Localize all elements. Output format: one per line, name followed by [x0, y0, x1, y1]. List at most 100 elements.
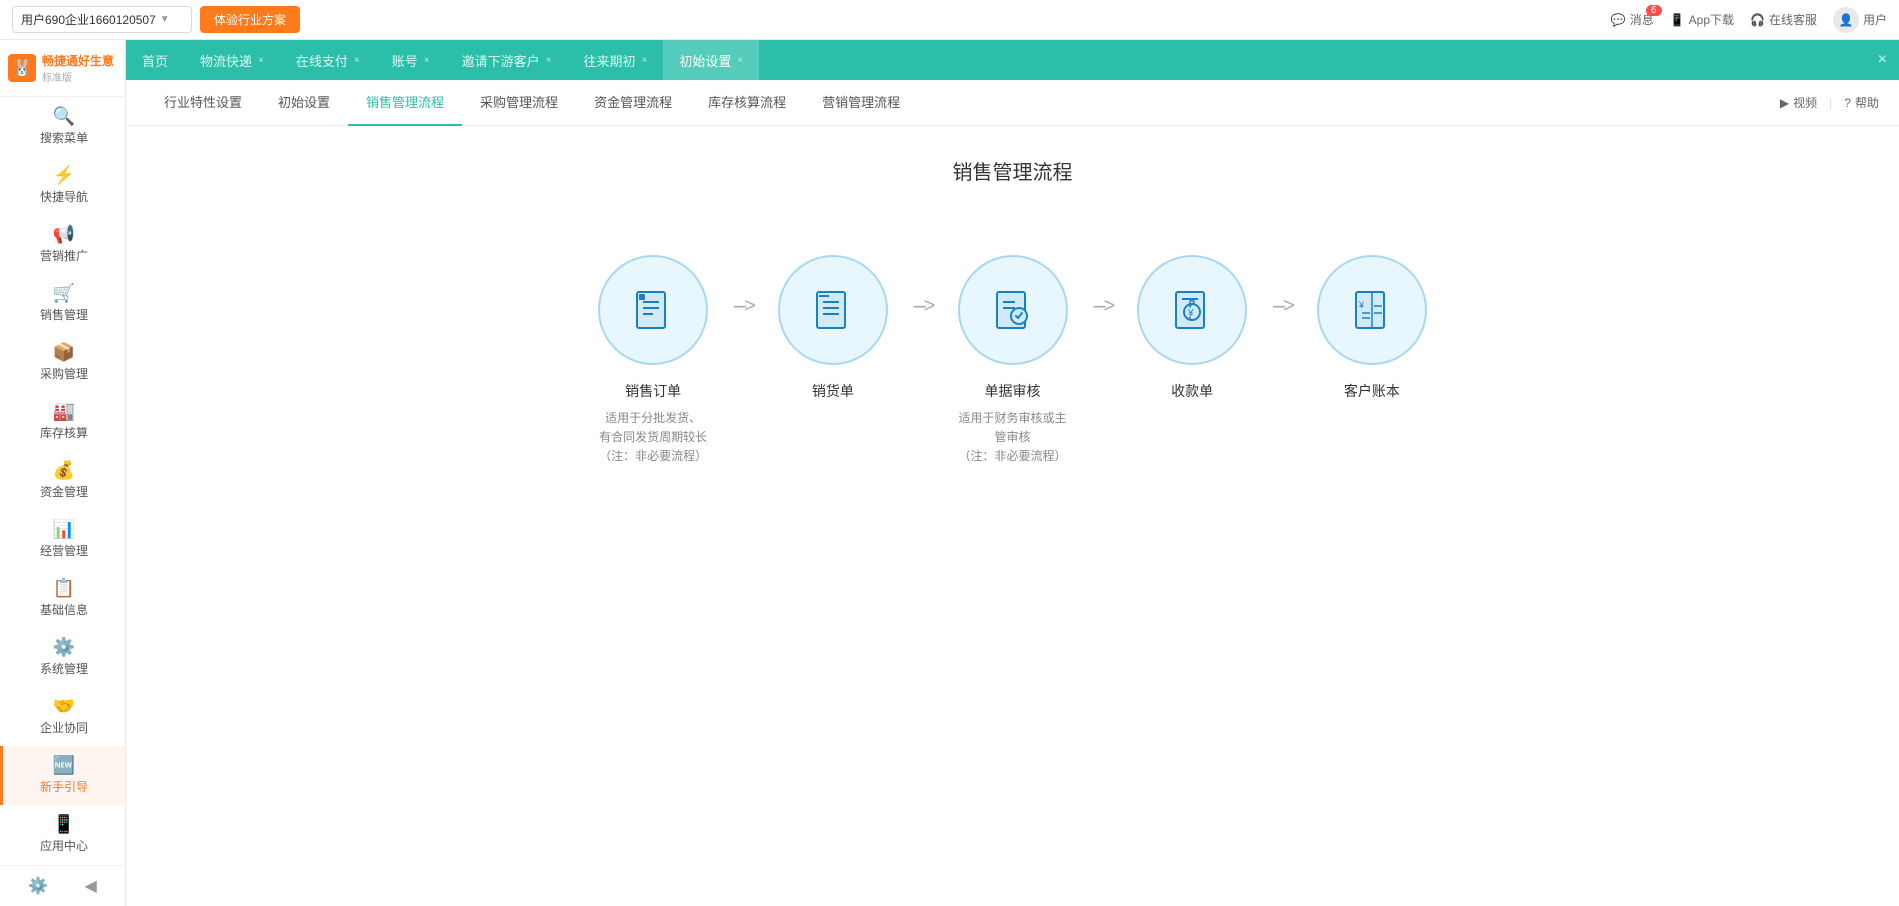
logo-text: 畅捷通好生意 标准版 — [42, 52, 114, 84]
divider: | — [1829, 96, 1832, 110]
flow-step-desc-approval: 适用于财务审核或主管审核（注：非必要流程） — [958, 409, 1066, 467]
sub-tab-initsetup[interactable]: 初始设置 — [260, 80, 348, 126]
sidebar-icon-sales: 🛒 — [53, 284, 75, 302]
flow-circle-custledger: ¥ — [1317, 255, 1427, 365]
top-bar-right: 💬 消息 6 📱 App下载 🎧 在线客服 👤 用户 — [1611, 7, 1887, 33]
logo-main-text: 畅捷通好生意 — [42, 52, 114, 69]
sidebar-icon-purchase: 📦 — [53, 343, 75, 361]
dropdown-arrow-icon: ▼ — [160, 14, 170, 25]
nav-tab-logistics[interactable]: 物流快递 × — [184, 40, 280, 80]
sidebar-item-appcenter[interactable]: 📱 应用中心 — [0, 805, 125, 864]
flow-step-approval[interactable]: 单据审核 适用于财务审核或主管审核（注：非必要流程） — [933, 255, 1093, 467]
sub-tab-marketingflow[interactable]: 营销管理流程 — [804, 80, 918, 126]
nav-tab-label-logistics: 物流快递 — [200, 51, 252, 70]
user-name-label: 用户 — [1863, 11, 1887, 28]
nav-tab-period[interactable]: 往来期初× — [567, 40, 663, 80]
flow-step-title-receipt: 收款单 — [1171, 381, 1213, 401]
flow-step-receipt[interactable]: ¥ 收款单 — [1112, 255, 1272, 409]
sidebar: 🐰 畅捷通好生意 标准版 🔍 搜索菜单 ⚡ 快捷导航 📢 营销推广 🛒 销售管理… — [0, 40, 126, 906]
flow-arrow-1: ---> — [913, 255, 933, 318]
page-title: 销售管理流程 — [166, 156, 1859, 185]
flow-step-title-salesorder: 销售订单 — [625, 381, 681, 401]
video-help-item[interactable]: ▶ 视频 — [1780, 94, 1817, 111]
sidebar-item-system[interactable]: ⚙️ 系统管理 — [0, 628, 125, 687]
nav-tab-init[interactable]: 初始设置 × — [663, 40, 759, 80]
nav-tabs-bar: 首页物流快递×在线支付×账号×邀请下游客户×往来期初×初始设置×× — [126, 40, 1899, 80]
nav-tab-close-payment[interactable]: × — [354, 55, 360, 66]
svg-text:¥: ¥ — [1358, 300, 1365, 310]
headset-icon: 🎧 — [1750, 13, 1765, 27]
sidebar-label-operation: 经营管理 — [40, 542, 88, 559]
sub-tab-salesflow[interactable]: 销售管理流程 — [348, 80, 462, 126]
sidebar-item-operation[interactable]: 📊 经营管理 — [0, 510, 125, 569]
nav-tab-close-logistics[interactable]: × — [258, 55, 264, 66]
collapse-icon[interactable]: ◀ — [84, 876, 96, 896]
sidebar-item-inventory[interactable]: 🏭 库存核算 — [0, 392, 125, 451]
settings-icon[interactable]: ⚙️ — [28, 876, 48, 896]
message-item[interactable]: 💬 消息 6 — [1611, 11, 1654, 28]
sidebar-item-search[interactable]: 🔍 搜索菜单 — [0, 97, 125, 156]
sidebar-icon-marketing: 📢 — [53, 225, 75, 243]
logo-icon: 🐰 — [8, 54, 36, 82]
nav-tab-home[interactable]: 首页 — [126, 40, 184, 80]
sub-tabs-right: ▶ 视频 | ? 帮助 — [1780, 94, 1879, 111]
top-bar-left: 用户690企业1660120507 ▼ 体验行业方案 — [12, 6, 300, 33]
nav-bar-close-button[interactable]: × — [1866, 51, 1899, 69]
sidebar-label-finance: 资金管理 — [40, 483, 88, 500]
user-selector[interactable]: 用户690企业1660120507 ▼ — [12, 6, 192, 33]
sidebar-item-sales[interactable]: 🛒 销售管理 — [0, 274, 125, 333]
app-download-icon: 📱 — [1670, 13, 1685, 27]
sidebar-item-finance[interactable]: 💰 资金管理 — [0, 451, 125, 510]
flow-circle-salesorder — [598, 255, 708, 365]
flow-step-desc-salesorder: 适用于分批发货、有合同发货周期较长（注：非必要流程） — [599, 409, 707, 467]
sidebar-label-cooperation: 企业协同 — [40, 719, 88, 736]
nav-tab-close-init[interactable]: × — [737, 55, 743, 66]
sidebar-label-marketing: 营销推广 — [40, 247, 88, 264]
sidebar-label-appcenter: 应用中心 — [40, 837, 88, 854]
app-download-label: App下载 — [1689, 11, 1734, 28]
sidebar-bottom: ⚙️ ◀ — [0, 865, 125, 906]
online-service-item[interactable]: 🎧 在线客服 — [1750, 11, 1817, 28]
sub-tab-industry[interactable]: 行业特性设置 — [146, 80, 260, 126]
flow-step-title-salesinvoice: 销货单 — [812, 381, 854, 401]
flow-arrow-3: ---> — [1272, 255, 1292, 318]
app-download-item[interactable]: 📱 App下载 — [1670, 11, 1734, 28]
sidebar-item-newguide[interactable]: 🆕 新手引导 — [0, 746, 125, 805]
nav-tab-account[interactable]: 账号 × — [376, 40, 446, 80]
help-item[interactable]: ? 帮助 — [1844, 94, 1879, 111]
trial-button[interactable]: 体验行业方案 — [200, 6, 300, 33]
nav-tab-label-invite: 邀请下游客户 — [462, 51, 540, 70]
flow-step-salesinvoice[interactable]: 销货单 — [753, 255, 913, 409]
sidebar-item-marketing[interactable]: 📢 营销推广 — [0, 215, 125, 274]
nav-tab-label-payment: 在线支付 — [296, 51, 348, 70]
sidebar-item-basicinfo[interactable]: 📋 基础信息 — [0, 569, 125, 628]
flow-circle-salesinvoice — [778, 255, 888, 365]
sidebar-icon-system: ⚙️ — [53, 638, 75, 656]
sidebar-label-basicinfo: 基础信息 — [40, 601, 88, 618]
nav-tab-invite[interactable]: 邀请下游客户 × — [446, 40, 568, 80]
play-icon: ▶ — [1780, 96, 1789, 110]
nav-tab-label-init: 初始设置 — [679, 51, 731, 70]
nav-tab-label-account: 账号 — [392, 51, 418, 70]
top-bar: 用户690企业1660120507 ▼ 体验行业方案 💬 消息 6 📱 App下… — [0, 0, 1899, 40]
nav-tab-close-period[interactable]: × — [641, 55, 647, 66]
help-icon: ? — [1844, 96, 1851, 110]
flow-step-salesorder[interactable]: 销售订单 适用于分批发货、有合同发货周期较长（注：非必要流程） — [573, 255, 733, 467]
sidebar-icon-operation: 📊 — [53, 520, 75, 538]
sidebar-item-quicknav[interactable]: ⚡ 快捷导航 — [0, 156, 125, 215]
sub-tab-inventoryflow[interactable]: 库存核算流程 — [690, 80, 804, 126]
sidebar-item-purchase[interactable]: 📦 采购管理 — [0, 333, 125, 392]
flow-step-title-custledger: 客户账本 — [1344, 381, 1400, 401]
nav-tab-close-invite[interactable]: × — [546, 55, 552, 66]
nav-tab-payment[interactable]: 在线支付 × — [280, 40, 376, 80]
user-profile-item[interactable]: 👤 用户 — [1833, 7, 1887, 33]
flow-circle-receipt: ¥ — [1137, 255, 1247, 365]
sidebar-logo: 🐰 畅捷通好生意 标准版 — [0, 40, 125, 97]
sidebar-menu: 🔍 搜索菜单 ⚡ 快捷导航 📢 营销推广 🛒 销售管理 📦 采购管理 🏭 库存核… — [0, 97, 125, 865]
nav-tab-close-account[interactable]: × — [424, 55, 430, 66]
sub-tab-purchaseflow[interactable]: 采购管理流程 — [462, 80, 576, 126]
sub-tab-financeflow[interactable]: 资金管理流程 — [576, 80, 690, 126]
user-selector-text: 用户690企业1660120507 — [21, 11, 156, 28]
sidebar-item-cooperation[interactable]: 🤝 企业协同 — [0, 687, 125, 746]
flow-step-custledger[interactable]: ¥ 客户账本 — [1292, 255, 1452, 409]
